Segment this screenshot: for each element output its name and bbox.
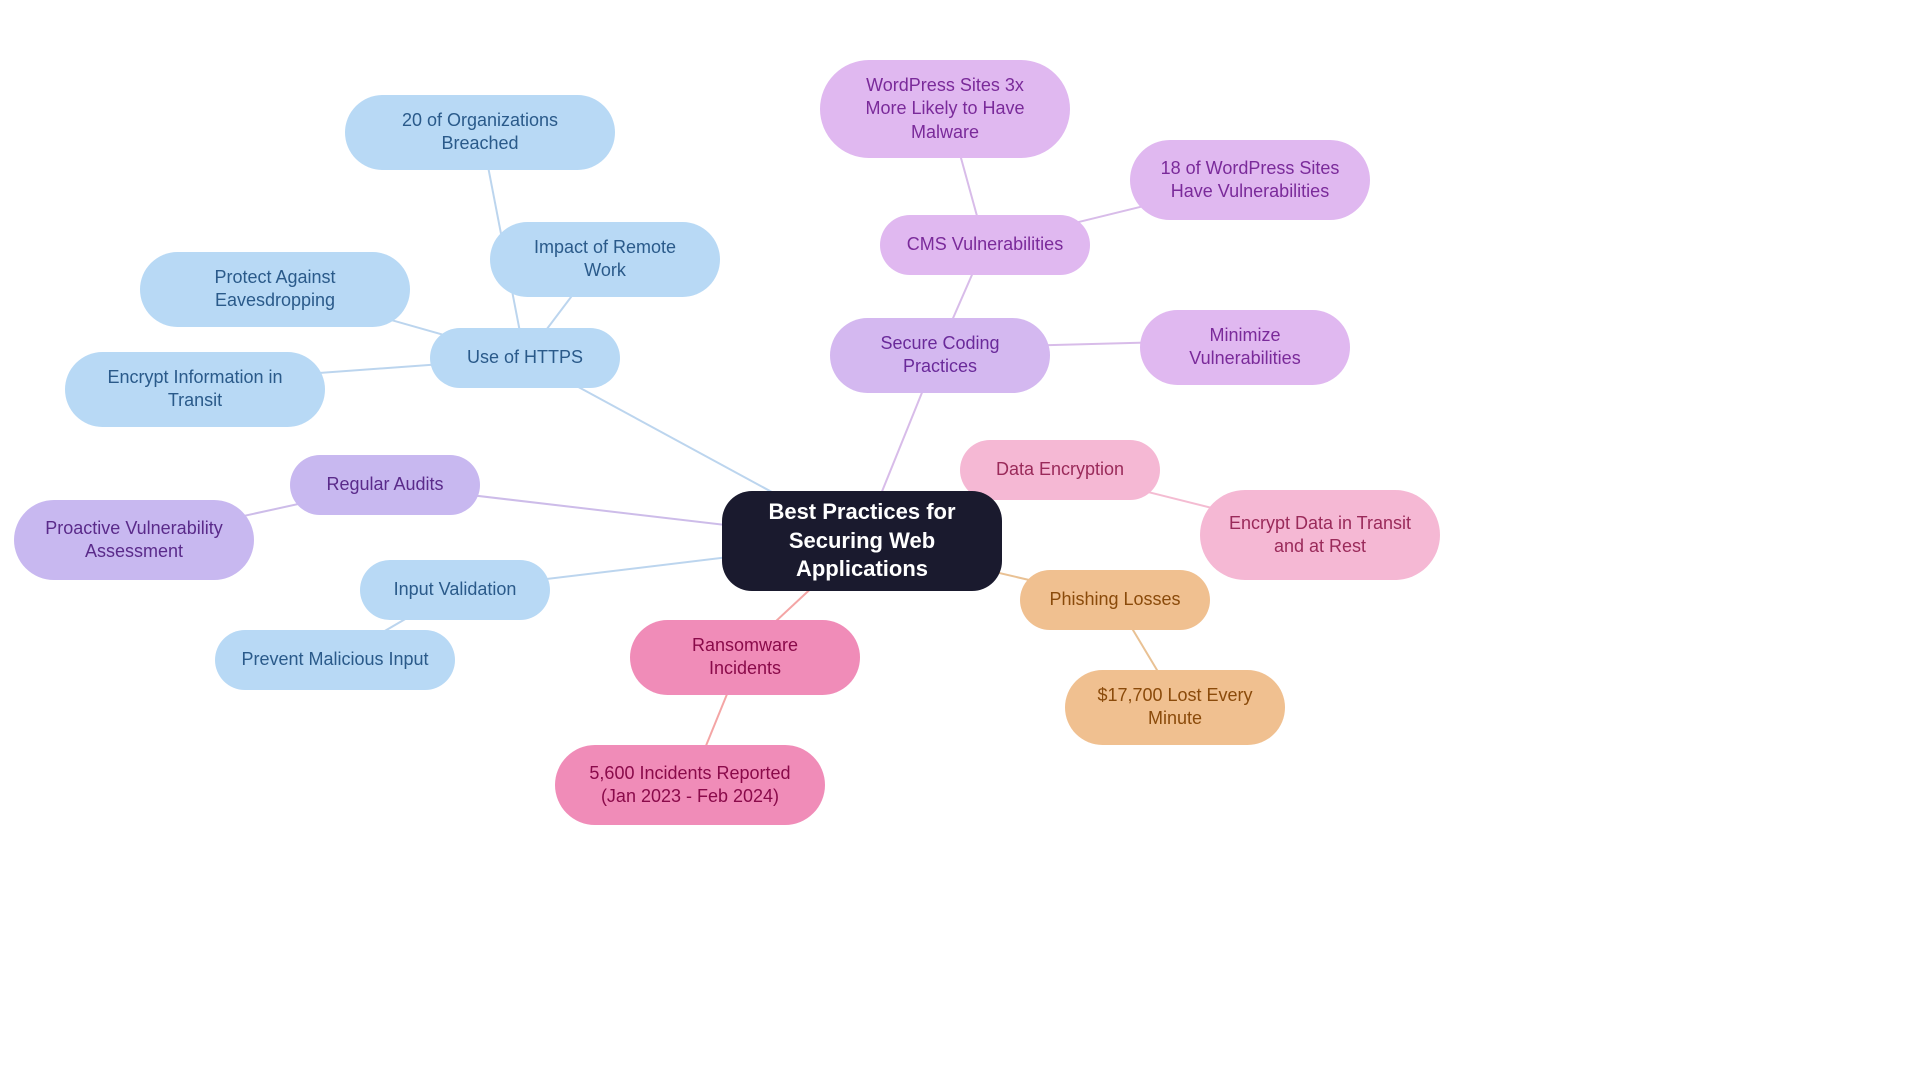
- node-encrypt_transit: Encrypt Information in Transit: [65, 352, 325, 427]
- node-center: Best Practices for Securing Web Applicat…: [722, 491, 1002, 591]
- node-use_https: Use of HTTPS: [430, 328, 620, 388]
- node-orgs_breached: 20 of Organizations Breached: [345, 95, 615, 170]
- node-wordpress_vuln: 18 of WordPress Sites Have Vulnerabiliti…: [1130, 140, 1370, 220]
- node-minimize_vuln: Minimize Vulnerabilities: [1140, 310, 1350, 385]
- node-phishing_losses_amt: $17,700 Lost Every Minute: [1065, 670, 1285, 745]
- node-ransomware: Ransomware Incidents: [630, 620, 860, 695]
- node-prevent_malicious: Prevent Malicious Input: [215, 630, 455, 690]
- node-secure_coding: Secure Coding Practices: [830, 318, 1050, 393]
- node-phishing: Phishing Losses: [1020, 570, 1210, 630]
- node-impact_remote: Impact of Remote Work: [490, 222, 720, 297]
- node-regular_audits: Regular Audits: [290, 455, 480, 515]
- node-encrypt_rest: Encrypt Data in Transit and at Rest: [1200, 490, 1440, 580]
- node-protect_eavesdrop: Protect Against Eavesdropping: [140, 252, 410, 327]
- node-data_encryption: Data Encryption: [960, 440, 1160, 500]
- node-proactive_vuln: Proactive Vulnerability Assessment: [14, 500, 254, 580]
- node-input_validation: Input Validation: [360, 560, 550, 620]
- node-wordpress_malware: WordPress Sites 3x More Likely to Have M…: [820, 60, 1070, 158]
- node-cms_vuln: CMS Vulnerabilities: [880, 215, 1090, 275]
- node-incidents_reported: 5,600 Incidents Reported (Jan 2023 - Feb…: [555, 745, 825, 825]
